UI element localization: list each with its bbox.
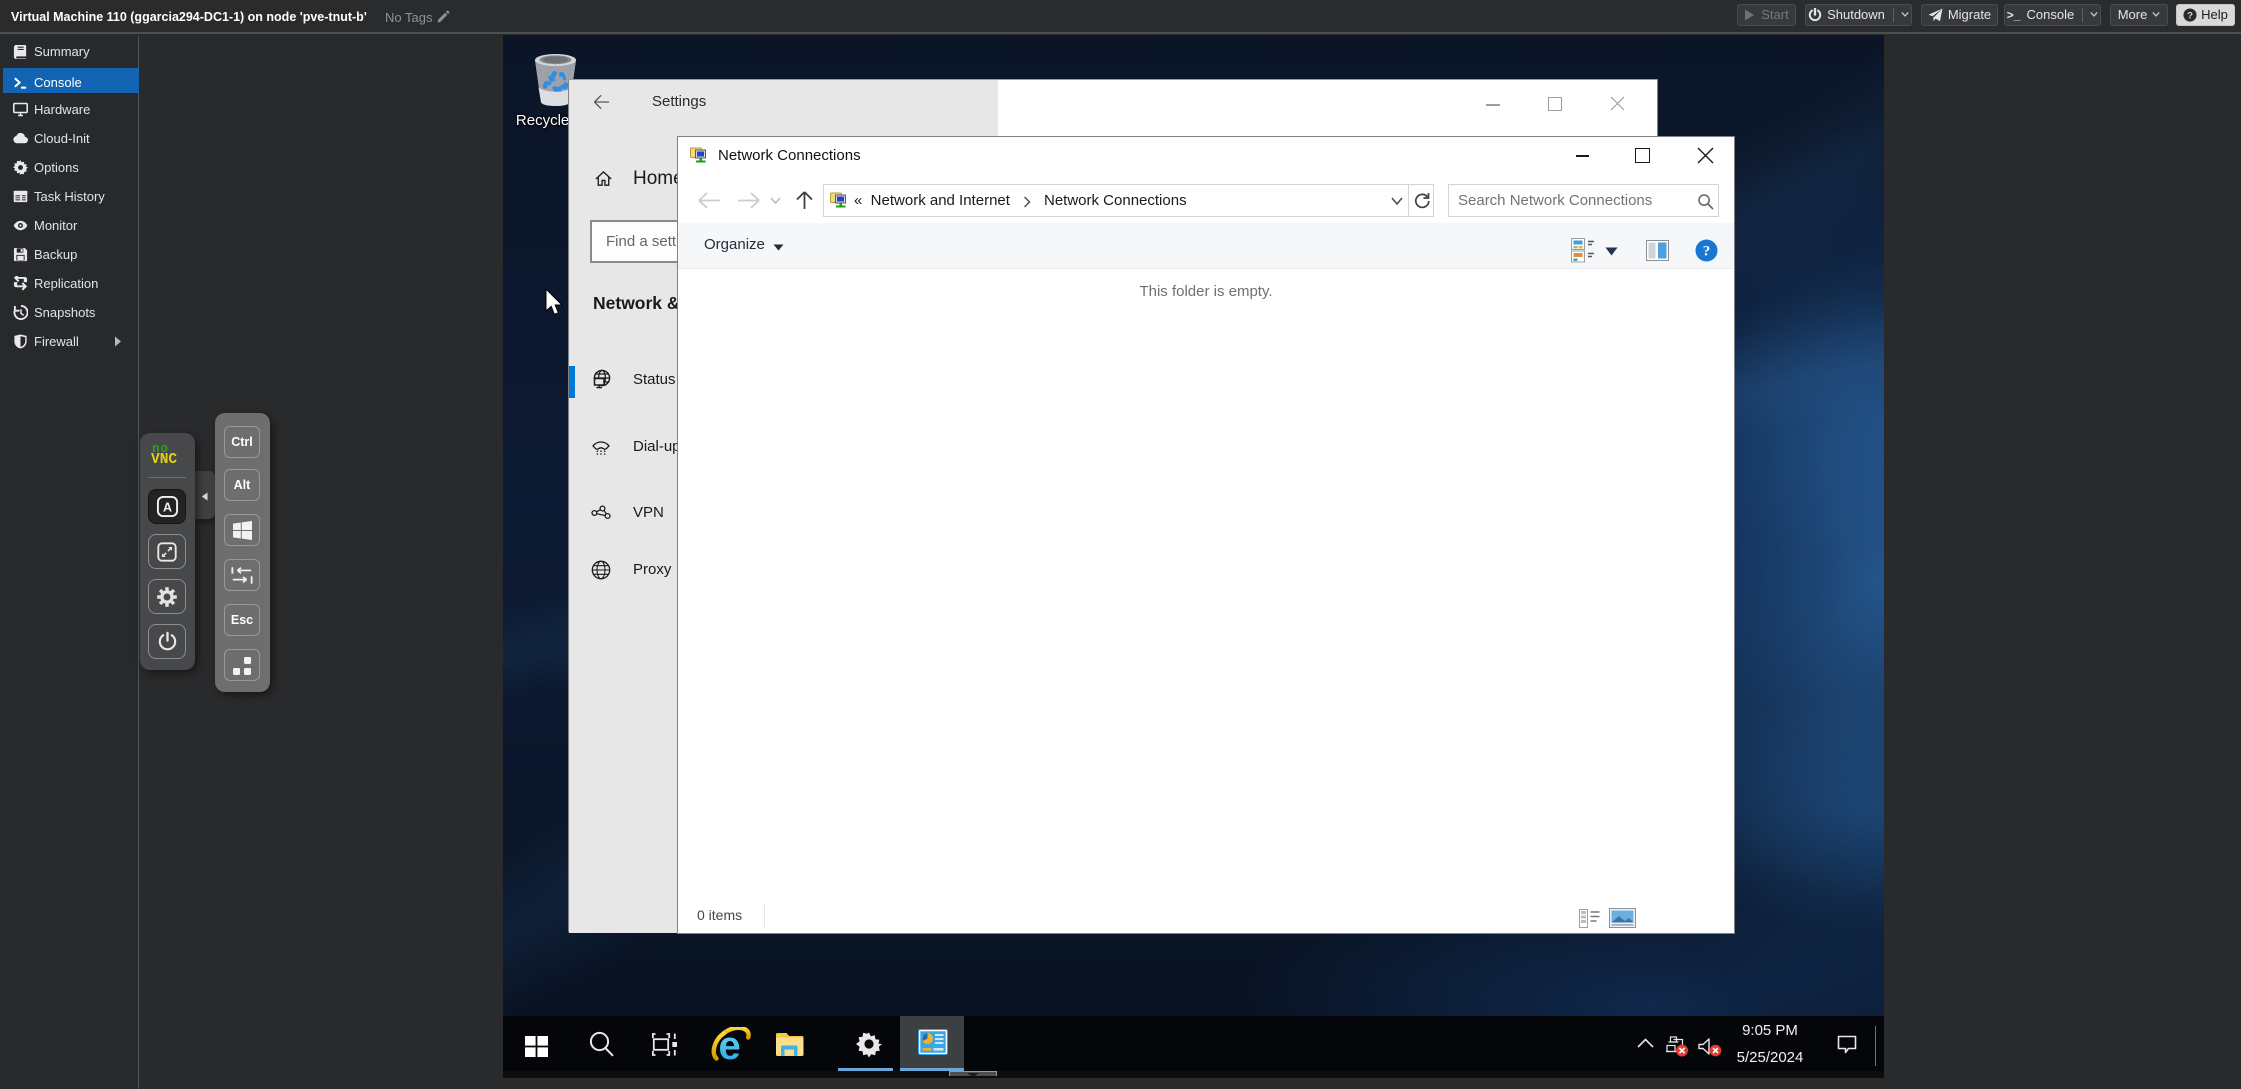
svg-text:?: ? bbox=[2187, 10, 2193, 21]
svg-text:?: ? bbox=[1703, 244, 1711, 260]
svg-text:A: A bbox=[163, 500, 172, 514]
